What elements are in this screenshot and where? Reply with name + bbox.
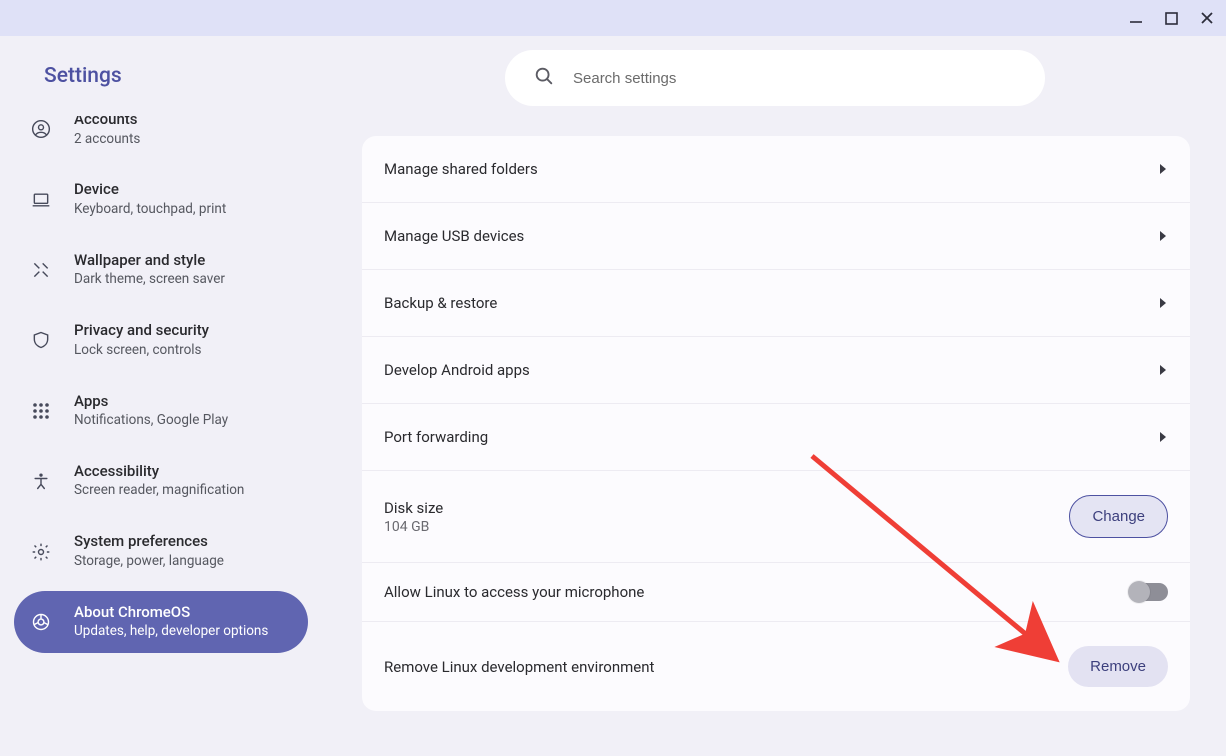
search-box[interactable]	[505, 50, 1045, 106]
grid-icon	[30, 400, 52, 422]
close-icon[interactable]	[1200, 11, 1214, 25]
search-icon	[533, 65, 555, 91]
maximize-icon[interactable]	[1165, 12, 1178, 25]
sidebar-item-label: About ChromeOS	[74, 603, 268, 623]
sidebar-item-sublabel: Keyboard, touchpad, print	[74, 200, 226, 219]
remove-button[interactable]: Remove	[1068, 646, 1168, 687]
sidebar-item-label: Device	[74, 180, 226, 200]
row-develop-android[interactable]: Develop Android apps	[362, 337, 1190, 404]
sidebar-item-accounts[interactable]: Accounts 2 accounts	[14, 116, 308, 160]
chevron-right-icon	[1158, 230, 1168, 242]
sidebar-item-about[interactable]: About ChromeOS Updates, help, developer …	[14, 591, 308, 653]
sidebar-item-sublabel: Screen reader, magnification	[74, 481, 244, 500]
search-input[interactable]	[573, 70, 1017, 87]
sidebar-item-sublabel: 2 accounts	[74, 130, 140, 149]
page-title: Settings	[44, 64, 122, 88]
brush-icon	[30, 259, 52, 281]
sidebar: Accounts 2 accounts Device Keyboard, tou…	[0, 116, 322, 750]
sidebar-item-sublabel: Storage, power, language	[74, 552, 224, 571]
minimize-icon[interactable]	[1129, 11, 1143, 25]
sidebar-item-label: System preferences	[74, 532, 224, 552]
sidebar-item-sublabel: Dark theme, screen saver	[74, 270, 225, 289]
account-icon	[30, 118, 52, 140]
chevron-right-icon	[1158, 364, 1168, 376]
change-button[interactable]: Change	[1069, 495, 1168, 538]
sidebar-item-label: Privacy and security	[74, 321, 209, 341]
chevron-right-icon	[1158, 431, 1168, 443]
sidebar-item-privacy[interactable]: Privacy and security Lock screen, contro…	[14, 309, 308, 371]
row-label: Disk size	[384, 499, 443, 517]
mic-toggle[interactable]	[1130, 583, 1168, 601]
disk-size-value: 104 GB	[384, 519, 443, 535]
chevron-right-icon	[1158, 163, 1168, 175]
sidebar-item-label: Wallpaper and style	[74, 251, 225, 271]
sidebar-item-wallpaper[interactable]: Wallpaper and style Dark theme, screen s…	[14, 239, 308, 301]
row-label: Manage shared folders	[384, 160, 538, 178]
row-remove-linux: Remove Linux development environment Rem…	[362, 622, 1190, 711]
sidebar-item-label: Accessibility	[74, 462, 244, 482]
sidebar-item-sublabel: Lock screen, controls	[74, 341, 209, 360]
sidebar-item-system[interactable]: System preferences Storage, power, langu…	[14, 520, 308, 582]
row-manage-usb[interactable]: Manage USB devices	[362, 203, 1190, 270]
sidebar-item-device[interactable]: Device Keyboard, touchpad, print	[14, 168, 308, 230]
row-port-forwarding[interactable]: Port forwarding	[362, 404, 1190, 471]
row-label: Allow Linux to access your microphone	[384, 583, 644, 601]
chevron-right-icon	[1158, 297, 1168, 309]
sidebar-item-sublabel: Updates, help, developer options	[74, 622, 268, 641]
row-label: Backup & restore	[384, 294, 497, 312]
row-disk-size: Disk size 104 GB Change	[362, 471, 1190, 563]
sidebar-item-label: Apps	[74, 392, 228, 412]
settings-card: Manage shared folders Manage USB devices…	[362, 136, 1190, 711]
main-panel: Manage shared folders Manage USB devices…	[322, 116, 1226, 750]
row-label: Develop Android apps	[384, 361, 530, 379]
row-label: Manage USB devices	[384, 227, 524, 245]
app-header: Settings	[0, 36, 1226, 116]
chrome-icon	[30, 611, 52, 633]
laptop-icon	[30, 189, 52, 211]
sidebar-item-apps[interactable]: Apps Notifications, Google Play	[14, 380, 308, 442]
row-linux-mic: Allow Linux to access your microphone	[362, 563, 1190, 622]
row-label: Remove Linux development environment	[384, 658, 654, 676]
row-label: Port forwarding	[384, 428, 488, 446]
row-manage-shared-folders[interactable]: Manage shared folders	[362, 136, 1190, 203]
sidebar-item-accessibility[interactable]: Accessibility Screen reader, magnificati…	[14, 450, 308, 512]
accessibility-icon	[30, 470, 52, 492]
sidebar-item-label: Accounts	[74, 116, 140, 130]
shield-icon	[30, 329, 52, 351]
window-titlebar	[0, 0, 1226, 36]
row-backup-restore[interactable]: Backup & restore	[362, 270, 1190, 337]
sidebar-item-sublabel: Notifications, Google Play	[74, 411, 228, 430]
gear-icon	[30, 541, 52, 563]
